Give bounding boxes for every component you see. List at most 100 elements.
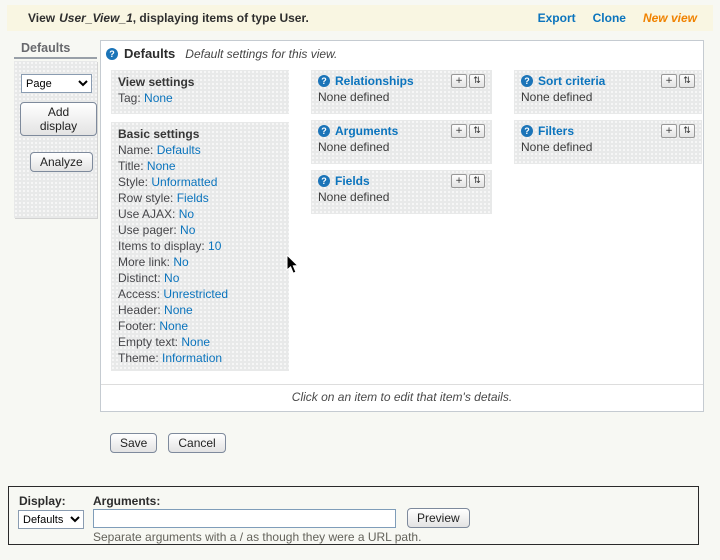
filters-actions: + ⇅	[661, 124, 695, 138]
setting-row: Use pager: No	[118, 222, 282, 238]
arguments-box: ? Arguments + ⇅ None defined	[311, 120, 492, 164]
add-icon[interactable]: +	[451, 124, 467, 138]
setting-label: Title:	[118, 159, 144, 173]
preview-display-select[interactable]: Defaults	[18, 510, 84, 529]
setting-label: Distinct:	[118, 271, 161, 285]
add-icon[interactable]: +	[661, 74, 677, 88]
sort-criteria-empty-text: None defined	[521, 90, 593, 104]
live-preview-panel: Display: Defaults Arguments: Preview Sep…	[8, 486, 699, 545]
setting-value-link[interactable]: Unrestricted	[163, 287, 228, 301]
setting-value-link[interactable]: Unformatted	[151, 175, 217, 189]
basic-settings-box: Basic settings Name: Defaults Title: Non…	[111, 122, 289, 371]
arguments-title-link[interactable]: Arguments	[335, 124, 398, 138]
setting-value-link[interactable]: 10	[208, 239, 221, 253]
rearrange-icon[interactable]: ⇅	[679, 124, 695, 138]
filters-title-link[interactable]: Filters	[538, 124, 574, 138]
panel-footer-note: Click on an item to edit that item's det…	[101, 384, 703, 411]
setting-row: Title: None	[118, 158, 282, 174]
panel-subtitle: Default settings for this view.	[185, 46, 338, 61]
filters-empty-text: None defined	[521, 140, 593, 154]
add-icon[interactable]: +	[451, 174, 467, 188]
rearrange-icon[interactable]: ⇅	[679, 74, 695, 88]
arguments-label: Arguments:	[93, 494, 161, 508]
setting-label: Style:	[118, 175, 149, 189]
help-icon[interactable]: ?	[318, 175, 330, 187]
views-ui-page: View User_View_1 , displaying items of t…	[0, 0, 720, 560]
setting-row: Empty text: None	[118, 334, 282, 350]
setting-value-link[interactable]: None	[144, 91, 173, 105]
add-icon[interactable]: +	[451, 74, 467, 88]
fields-actions: + ⇅	[451, 174, 485, 188]
view-summary-prefix: View	[28, 11, 56, 25]
setting-value-link[interactable]: None	[164, 303, 193, 317]
setting-value-link[interactable]: None	[159, 319, 188, 333]
relationships-title-link[interactable]: Relationships	[335, 74, 414, 88]
arguments-help-text: Separate arguments with a / as though th…	[93, 530, 422, 544]
setting-value-link[interactable]: No	[179, 207, 194, 221]
save-button[interactable]: Save	[110, 433, 158, 453]
relationships-actions: + ⇅	[451, 74, 485, 88]
relationships-box: ? Relationships + ⇅ None defined	[311, 70, 492, 114]
setting-label: Empty text:	[118, 335, 179, 349]
rearrange-icon[interactable]: ⇅	[469, 74, 485, 88]
add-display-button[interactable]: Add display	[20, 102, 97, 136]
arguments-input[interactable]	[93, 509, 396, 528]
help-icon[interactable]: ?	[318, 75, 330, 87]
view-settings-box: View settings Tag: None	[111, 70, 289, 114]
sort-criteria-actions: + ⇅	[661, 74, 695, 88]
analyze-button[interactable]: Analyze	[30, 152, 93, 172]
header-links: Export Clone New view	[538, 11, 697, 25]
setting-row: More link: No	[118, 254, 282, 270]
cancel-button[interactable]: Cancel	[168, 433, 226, 453]
display-type-select[interactable]: Page	[21, 74, 92, 93]
panel-title: Defaults	[124, 46, 176, 61]
setting-label: Name:	[118, 143, 154, 157]
add-icon[interactable]: +	[661, 124, 677, 138]
help-icon[interactable]: ?	[521, 125, 533, 137]
setting-row: Tag: None	[118, 90, 282, 106]
fields-title-link[interactable]: Fields	[335, 174, 370, 188]
setting-value-link[interactable]: None	[147, 159, 176, 173]
setting-label: More link:	[118, 255, 171, 269]
setting-row: Name: Defaults	[118, 142, 282, 158]
help-icon[interactable]: ?	[318, 125, 330, 137]
sort-criteria-title-link[interactable]: Sort criteria	[538, 74, 605, 88]
basic-settings-title: Basic settings	[118, 127, 200, 141]
setting-label: Row style:	[118, 191, 174, 205]
clone-link[interactable]: Clone	[593, 11, 626, 25]
filters-header: ? Filters + ⇅	[521, 124, 695, 138]
setting-label: Tag:	[118, 91, 141, 105]
help-icon[interactable]: ?	[106, 47, 118, 60]
form-actions: Save Cancel	[110, 433, 226, 453]
arguments-actions: + ⇅	[451, 124, 485, 138]
rearrange-icon[interactable]: ⇅	[469, 124, 485, 138]
setting-row: Theme: Information	[118, 350, 282, 366]
setting-value-link[interactable]: Information	[162, 351, 222, 365]
rearrange-icon[interactable]: ⇅	[469, 174, 485, 188]
setting-label: Footer:	[118, 319, 157, 333]
setting-value-link[interactable]: Defaults	[157, 143, 201, 157]
relationships-empty-text: None defined	[318, 90, 390, 104]
setting-value-link[interactable]: No	[164, 271, 179, 285]
display-label: Display:	[19, 494, 66, 508]
preview-button[interactable]: Preview	[407, 508, 470, 528]
tab-defaults[interactable]: Defaults	[14, 40, 97, 59]
setting-value-link[interactable]: None	[181, 335, 210, 349]
view-name: User_View_1	[59, 11, 133, 25]
relationships-header: ? Relationships + ⇅	[318, 74, 485, 88]
display-controls-box: Page Add display Analyze	[14, 61, 97, 218]
setting-value-link[interactable]: Fields	[177, 191, 209, 205]
setting-row: Access: Unrestricted	[118, 286, 282, 302]
help-icon[interactable]: ?	[521, 75, 533, 87]
setting-label: Theme:	[118, 351, 159, 365]
setting-value-link[interactable]: No	[173, 255, 188, 269]
setting-value-link[interactable]: No	[180, 223, 195, 237]
fields-empty-text: None defined	[318, 190, 390, 204]
setting-row: Distinct: No	[118, 270, 282, 286]
setting-label: Items to display:	[118, 239, 205, 253]
new-view-link[interactable]: New view	[643, 11, 697, 25]
view-settings-title: View settings	[118, 75, 195, 89]
setting-label: Header:	[118, 303, 161, 317]
view-editor-panel: ? Defaults Default settings for this vie…	[100, 40, 704, 412]
export-link[interactable]: Export	[538, 11, 576, 25]
